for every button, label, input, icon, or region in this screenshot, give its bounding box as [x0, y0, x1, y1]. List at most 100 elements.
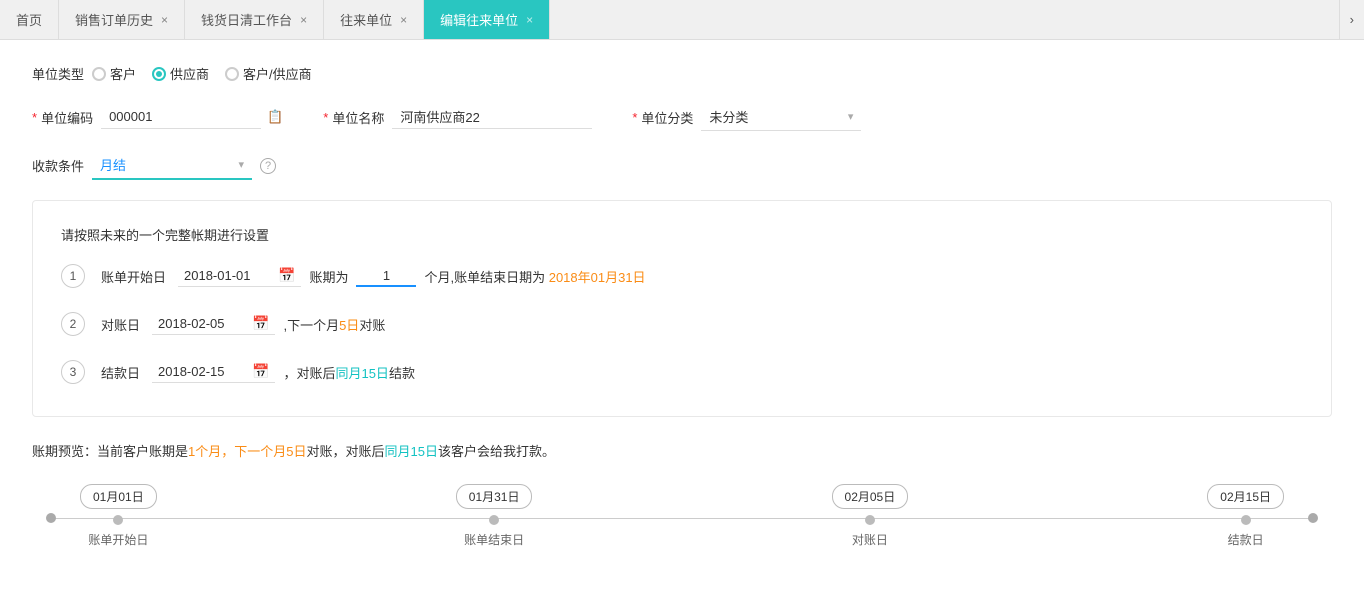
step-1-num: 1 — [61, 264, 85, 288]
timeline-dot-1 — [113, 515, 123, 525]
calendar-icon-1[interactable]: 📅 — [278, 267, 295, 284]
tab-sales-close[interactable]: × — [161, 13, 168, 27]
name-required-star: * — [323, 110, 328, 125]
unit-name-group: * 单位名称 — [323, 105, 592, 129]
period-post-label: 个月,账单结束日期为 2018年01月31日 — [424, 267, 645, 286]
tab-sales-label: 销售订单历史 — [75, 10, 153, 29]
unit-category-value: 未分类 — [709, 107, 839, 126]
step-2-num: 2 — [61, 312, 85, 336]
calendar-icon-2[interactable]: 📅 — [252, 315, 269, 332]
preview-part2: 下一个月5日 — [234, 444, 306, 459]
timeline-item-4: 02月15日 结款日 — [1207, 484, 1284, 548]
timeline-badge-3: 02月05日 — [832, 484, 909, 509]
timeline-item-3: 02月05日 对账日 — [832, 484, 909, 548]
period-value-input[interactable] — [356, 266, 416, 287]
timeline-badge-1: 01月01日 — [80, 484, 157, 509]
unit-code-label: 单位编码 — [41, 108, 93, 127]
payment-condition-label: 收款条件 — [32, 156, 84, 175]
tab-home[interactable]: 首页 — [0, 0, 59, 39]
timeline-start-dot — [46, 513, 56, 523]
payment-date-label: 结款日 — [101, 363, 140, 382]
timeline-container: 01月01日 账单开始日 01月31日 账单结束日 02月05日 — [32, 484, 1332, 548]
tabs-bar: 首页 销售订单历史 × 钱货日清工作台 × 往来单位 × 编辑往来单位 × › — [0, 0, 1364, 40]
payment-condition-value: 月结 — [100, 155, 230, 174]
setting-row-3: 3 结款日 📅 ，对账后同月15日结款 — [61, 360, 1303, 384]
reconcile-date-wrapper: 📅 — [152, 313, 275, 335]
radio-supplier-label: 供应商 — [170, 64, 209, 83]
preview-part3: 同月15日 — [385, 444, 438, 459]
payment-condition-select[interactable]: 月结 ▾ — [92, 151, 252, 180]
radio-customer-supplier-label: 客户/供应商 — [243, 64, 312, 83]
preview-text: 账期预览：当前客户账期是1个月，下一个月5日对账，对账后同月15日该客户会给我打… — [32, 441, 1332, 460]
cat-required-star: * — [632, 110, 637, 125]
radio-customer-supplier[interactable]: 客户/供应商 — [225, 64, 312, 83]
chevron-down-icon: ▾ — [848, 110, 854, 123]
tab-edit-close[interactable]: × — [526, 13, 533, 27]
tab-more-button[interactable]: › — [1339, 0, 1364, 39]
step-3-num: 3 — [61, 360, 85, 384]
start-date-label: 账单开始日 — [101, 267, 166, 286]
timeline-label-1: 账单开始日 — [88, 531, 148, 548]
tab-home-label: 首页 — [16, 10, 42, 29]
unit-type-radio-group: 客户 供应商 客户/供应商 — [92, 64, 312, 83]
radio-supplier-circle — [152, 67, 166, 81]
payment-suffix: ，对账后同月15日结款 — [283, 363, 415, 382]
timeline-dot-3 — [865, 515, 875, 525]
start-date-input-wrapper: 📅 — [178, 265, 301, 287]
unit-type-label: 单位类型 — [32, 64, 84, 83]
unit-info-row: * 单位编码 📋 * 单位名称 * 单位分类 未分类 ▾ — [32, 103, 1332, 131]
panel-title: 请按照未来的一个完整帐期进行设置 — [61, 225, 1303, 244]
unit-category-label: 单位分类 — [641, 108, 693, 127]
radio-customer[interactable]: 客户 — [92, 64, 136, 83]
tab-sales-order-history[interactable]: 销售订单历史 × — [59, 0, 185, 39]
timeline-dot-4 — [1241, 515, 1251, 525]
radio-customer-label: 客户 — [110, 64, 136, 83]
payment-chevron-down-icon: ▾ — [238, 158, 244, 171]
unit-code-input[interactable] — [101, 105, 261, 129]
payment-date-wrapper: 📅 — [152, 361, 275, 383]
timeline-dot-2 — [489, 515, 499, 525]
setting-row-2: 2 对账日 📅 ,下一个月5日对账 — [61, 312, 1303, 336]
tab-partner-close[interactable]: × — [400, 13, 407, 27]
chevron-right-icon: › — [1350, 12, 1354, 27]
tab-cash-work[interactable]: 钱货日清工作台 × — [185, 0, 324, 39]
period-pre-label: 账期为 — [309, 267, 348, 286]
help-icon[interactable]: ? — [260, 158, 276, 174]
radio-customer-circle — [92, 67, 106, 81]
unit-name-input[interactable] — [392, 105, 592, 129]
preview-part1: 1个月， — [188, 444, 234, 459]
preview-section: 账期预览：当前客户账期是1个月，下一个月5日对账，对账后同月15日该客户会给我打… — [32, 441, 1332, 548]
calendar-icon-3[interactable]: 📅 — [252, 363, 269, 380]
payment-highlight: 同月15日 — [335, 366, 388, 381]
payment-date-input[interactable] — [158, 364, 248, 379]
reconcile-label: 对账日 — [101, 315, 140, 334]
unit-code-input-wrapper: 📋 — [101, 105, 283, 129]
unit-code-group: * 单位编码 📋 — [32, 105, 283, 129]
timeline-label-3: 对账日 — [852, 531, 888, 548]
timeline-item-2: 01月31日 账单结束日 — [456, 484, 533, 548]
code-required-star: * — [32, 110, 37, 125]
unit-category-select[interactable]: 未分类 ▾ — [701, 103, 861, 131]
reconcile-highlight: 5日 — [339, 318, 359, 333]
start-date-input[interactable] — [184, 268, 274, 283]
setting-row-1: 1 账单开始日 📅 账期为 个月,账单结束日期为 2018年01月31日 — [61, 264, 1303, 288]
unit-category-group: * 单位分类 未分类 ▾ — [632, 103, 861, 131]
timeline-item-1: 01月01日 账单开始日 — [80, 484, 157, 548]
tab-partner-units[interactable]: 往来单位 × — [324, 0, 424, 39]
tab-cash-close[interactable]: × — [300, 13, 307, 27]
reconcile-suffix: ,下一个月5日对账 — [283, 315, 385, 334]
tab-edit-label: 编辑往来单位 — [440, 10, 518, 29]
reconcile-date-input[interactable] — [158, 316, 248, 331]
timeline-label-4: 结款日 — [1228, 531, 1264, 548]
radio-supplier[interactable]: 供应商 — [152, 64, 209, 83]
tab-edit-partner[interactable]: 编辑往来单位 × — [424, 0, 550, 39]
timeline-items: 01月01日 账单开始日 01月31日 账单结束日 02月05日 — [40, 484, 1324, 548]
unit-name-label: 单位名称 — [332, 108, 384, 127]
main-content: 单位类型 客户 供应商 客户/供应商 * 单位编码 📋 — [0, 40, 1364, 608]
timeline-badge-4: 02月15日 — [1207, 484, 1284, 509]
settings-panel: 请按照未来的一个完整帐期进行设置 1 账单开始日 📅 账期为 个月,账单结束日期… — [32, 200, 1332, 417]
unit-type-row: 单位类型 客户 供应商 客户/供应商 — [32, 64, 1332, 83]
timeline-label-2: 账单结束日 — [464, 531, 524, 548]
tab-partner-label: 往来单位 — [340, 10, 392, 29]
copy-icon[interactable]: 📋 — [267, 109, 283, 125]
